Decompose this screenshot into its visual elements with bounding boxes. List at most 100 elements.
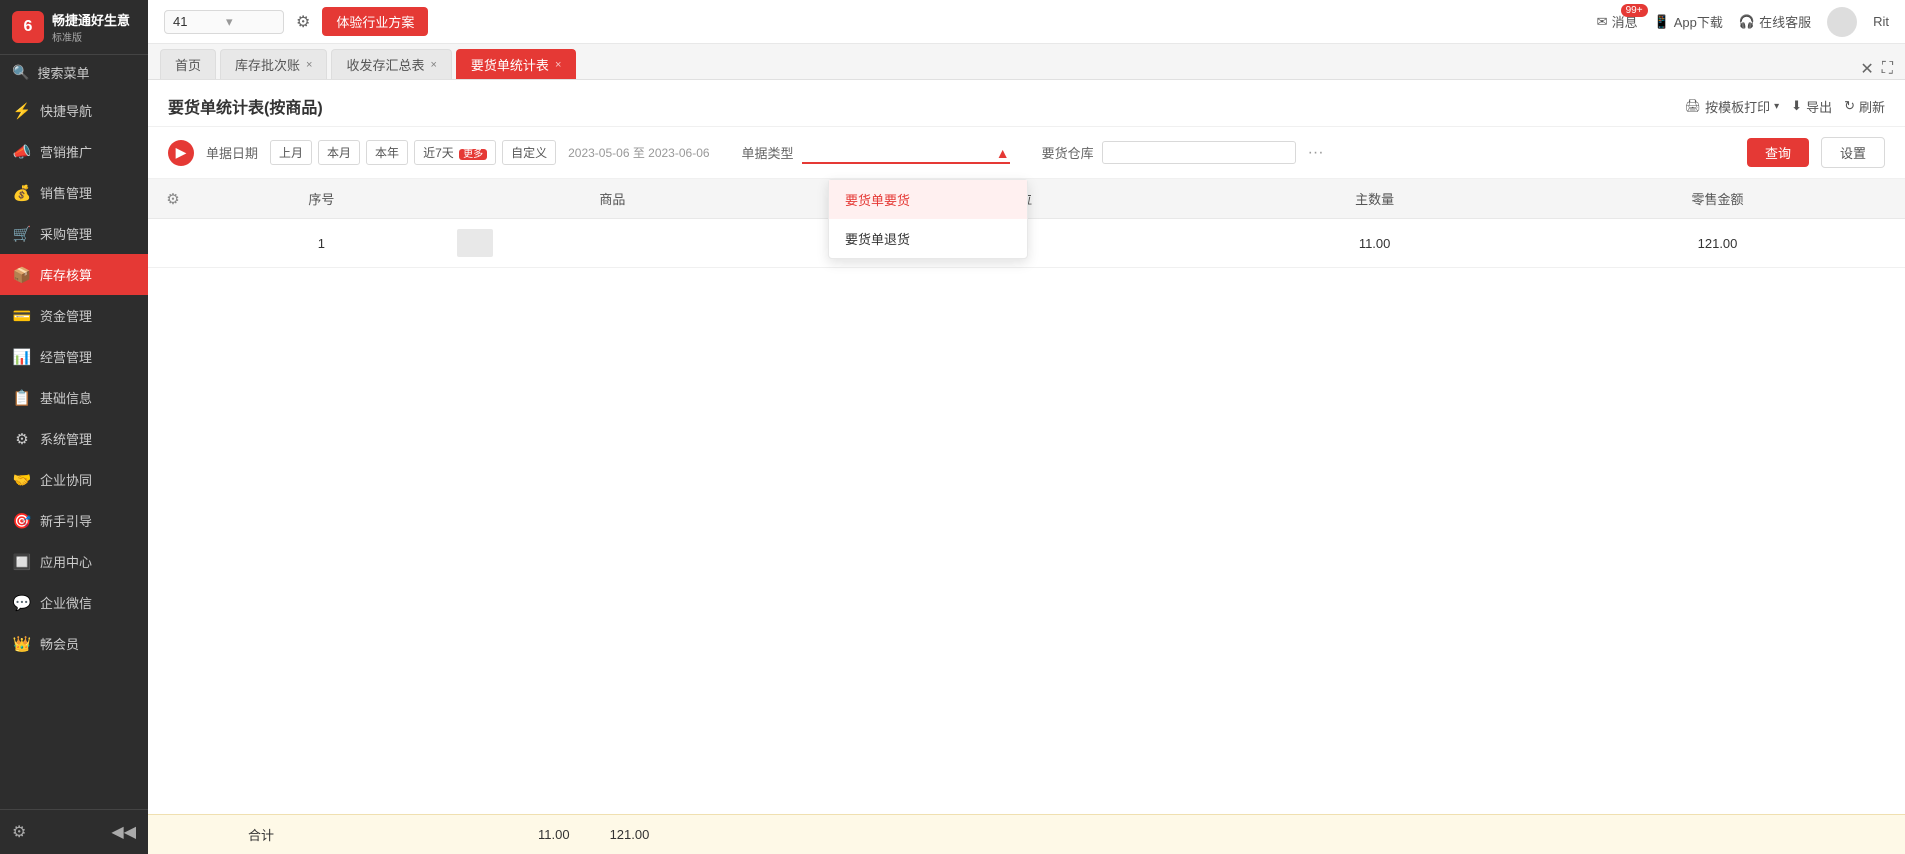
sidebar-item-operations[interactable]: 📊 经营管理: [0, 336, 148, 377]
username-label: Rit: [1873, 14, 1889, 29]
date-btn-this-year[interactable]: 本年: [366, 140, 408, 165]
sidebar-item-quick-nav[interactable]: ⚡ 快捷导航: [0, 90, 148, 131]
sidebar-item-basic[interactable]: 📋 基础信息: [0, 377, 148, 418]
tabs-maximize-btn[interactable]: ⛶: [1882, 60, 1893, 78]
sidebar-item-wechat[interactable]: 💬 企业微信: [0, 582, 148, 623]
product-image: [457, 229, 493, 257]
wechat-icon: 💬: [12, 594, 32, 612]
sidebar-logo: 6 畅捷通好生意 标准版: [0, 0, 148, 55]
type-select-arrow-icon[interactable]: ▲: [996, 145, 1010, 161]
col-settings[interactable]: ⚙: [148, 179, 198, 219]
data-table-wrapper: ⚙ 序号 商品 主计量单位 主数量 零售金额 1: [148, 179, 1905, 814]
filter-bar: ▶ 单据日期 上月 本月 本年 近7天 更多 自定义 2023-05-06 至 …: [148, 127, 1905, 179]
type-select-input[interactable]: [802, 141, 1010, 164]
sales-icon: 💰: [12, 184, 32, 202]
date-btn-7days[interactable]: 近7天 更多: [414, 140, 496, 165]
sidebar-settings-icon[interactable]: ⚙: [12, 822, 26, 842]
app-logo-icon: 6: [12, 11, 44, 43]
sidebar-search-label: 搜索菜单: [37, 63, 89, 82]
topbar-settings-icon[interactable]: ⚙: [296, 12, 310, 32]
app-download-label: App下载: [1674, 12, 1723, 31]
sidebar-item-appstore[interactable]: 🔲 应用中心: [0, 541, 148, 582]
dropdown-item-order-request[interactable]: 要货单要货: [829, 180, 1027, 219]
warehouse-label: 要货仓库: [1042, 143, 1094, 162]
tab-order-stats-close[interactable]: ×: [555, 59, 561, 71]
print-button[interactable]: 🖨 按模板打印 ▾: [1685, 97, 1780, 116]
refresh-button[interactable]: ↻ 刷新: [1844, 97, 1885, 116]
date-btn-custom[interactable]: 自定义: [502, 140, 556, 165]
tab-inventory-batch[interactable]: 库存批次账 ×: [220, 49, 327, 79]
topbar-right: ✉ 消息 99+ 📱 App下载 🎧 在线客服 Rit: [1597, 7, 1889, 37]
sidebar-item-label: 资金管理: [40, 306, 92, 325]
date-btn-last-month[interactable]: 上月: [270, 140, 312, 165]
sidebar-item-label: 系统管理: [40, 429, 92, 448]
content-area: 要货单统计表(按商品) 🖨 按模板打印 ▾ ⬇ 导出 ↻ 刷新 ▶: [148, 80, 1905, 854]
tab-summary-label: 收发存汇总表: [346, 55, 424, 74]
tab-inventory-batch-close[interactable]: ×: [306, 59, 312, 71]
settings-button[interactable]: 设置: [1821, 137, 1885, 168]
user-avatar[interactable]: [1827, 7, 1857, 37]
tab-home[interactable]: 首页: [160, 49, 216, 79]
topbar-left: 41 ▾ ⚙ 体验行业方案: [164, 7, 1597, 36]
export-icon: ⬇: [1791, 98, 1802, 114]
tab-summary-close[interactable]: ×: [430, 59, 436, 71]
tab-summary[interactable]: 收发存汇总表 ×: [331, 49, 451, 79]
sidebar-item-label: 经营管理: [40, 347, 92, 366]
sidebar-item-label: 营销推广: [40, 142, 92, 161]
promo-button[interactable]: 体验行业方案: [322, 7, 428, 36]
tabs-close-all-btn[interactable]: ✕: [1860, 59, 1873, 79]
query-button[interactable]: 查询: [1747, 138, 1809, 167]
row-quantity: 11.00: [1219, 219, 1530, 268]
system-icon: ⚙: [12, 430, 32, 448]
marketing-icon: 📣: [12, 143, 32, 161]
online-service-item[interactable]: 🎧 在线客服: [1739, 12, 1811, 31]
sidebar-item-member[interactable]: 👑 畅会员: [0, 623, 148, 664]
sidebar-collapse-icon[interactable]: ◀◀: [111, 822, 136, 842]
sidebar-item-finance[interactable]: 💳 资金管理: [0, 295, 148, 336]
purchase-icon: 🛒: [12, 225, 32, 243]
date-btn-this-month[interactable]: 本月: [318, 140, 360, 165]
filter-type-section: 单据类型 ▲: [742, 141, 1010, 164]
company-select-arrow: ▾: [226, 14, 275, 30]
refresh-icon: ↻: [1844, 98, 1855, 114]
sidebar-item-label: 库存核算: [40, 265, 92, 284]
sidebar-item-purchase[interactable]: 🛒 采购管理: [0, 213, 148, 254]
date-range-text: 2023-05-06 至 2023-06-06: [568, 144, 709, 161]
tab-home-label: 首页: [175, 55, 201, 74]
sidebar-item-inventory[interactable]: 📦 库存核算: [0, 254, 148, 295]
sidebar-item-sales[interactable]: 💰 销售管理: [0, 172, 148, 213]
sidebar-item-enterprise[interactable]: 🤝 企业协同: [0, 459, 148, 500]
print-dropdown-icon: ▾: [1774, 101, 1779, 112]
guide-icon: 🎯: [12, 512, 32, 530]
sidebar-item-marketing[interactable]: 📣 营销推广: [0, 131, 148, 172]
table-footer: 合计 11.00 121.00: [148, 814, 1905, 854]
member-icon: 👑: [12, 635, 32, 653]
app-download-item[interactable]: 📱 App下载: [1654, 12, 1723, 31]
app-download-icon: 📱: [1654, 14, 1670, 30]
type-select-wrapper: ▲: [802, 141, 1010, 164]
filter-more-icon[interactable]: ···: [1308, 144, 1324, 162]
warehouse-input[interactable]: [1102, 141, 1296, 164]
company-name: 41: [173, 14, 222, 29]
col-settings-icon: ⚙: [166, 191, 179, 208]
col-product: 商品: [445, 179, 780, 219]
main-area: 41 ▾ ⚙ 体验行业方案 ✉ 消息 99+ 📱 App下载 🎧 在线客服 Ri…: [148, 0, 1905, 854]
sidebar-item-system[interactable]: ⚙ 系统管理: [0, 418, 148, 459]
message-item[interactable]: ✉ 消息 99+: [1597, 12, 1638, 31]
sidebar-items-list: ⚡ 快捷导航 📣 营销推广 💰 销售管理 🛒 采购管理 📦 库存核算 💳 资金管…: [0, 90, 148, 809]
date-label: 单据日期: [206, 143, 258, 162]
message-icon: ✉: [1597, 14, 1608, 30]
footer-quantity-item: 11.00: [538, 827, 570, 842]
company-select[interactable]: 41 ▾: [164, 10, 284, 34]
col-amount: 零售金额: [1530, 179, 1905, 219]
tab-order-stats[interactable]: 要货单统计表 ×: [456, 49, 576, 79]
tabs-bar: 首页 库存批次账 × 收发存汇总表 × 要货单统计表 × ✕ ⛶: [148, 44, 1905, 80]
sidebar-item-label: 基础信息: [40, 388, 92, 407]
sidebar-search[interactable]: 🔍 搜索菜单: [0, 55, 148, 90]
filter-expand-btn[interactable]: ▶: [168, 140, 194, 166]
sidebar-item-label: 新手引导: [40, 511, 92, 530]
sidebar-item-guide[interactable]: 🎯 新手引导: [0, 500, 148, 541]
export-button[interactable]: ⬇ 导出: [1791, 97, 1832, 116]
topbar: 41 ▾ ⚙ 体验行业方案 ✉ 消息 99+ 📱 App下载 🎧 在线客服 Ri…: [148, 0, 1905, 44]
dropdown-item-order-return[interactable]: 要货单退货: [829, 219, 1027, 258]
